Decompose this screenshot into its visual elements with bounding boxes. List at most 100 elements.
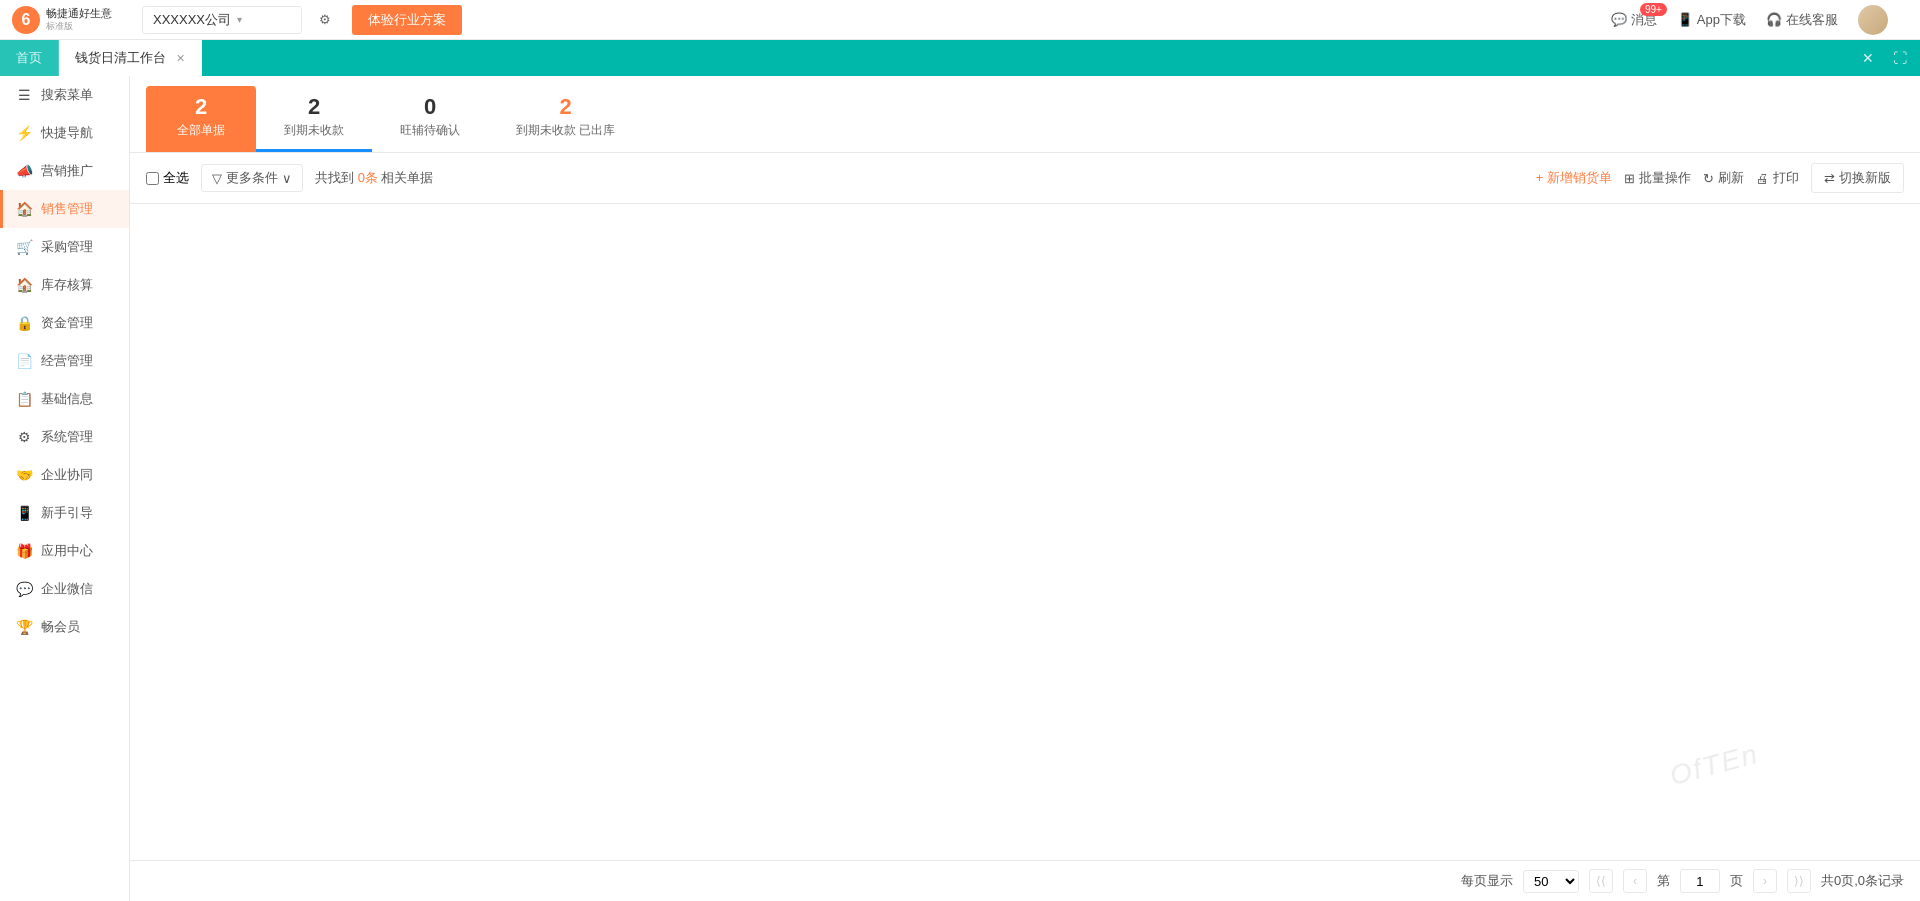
stats-tabs: 2 全部单据 2 到期未收款 0 旺辅待确认 2 到期未收款 已出库 [130,76,1920,153]
inventory-icon: 🏠 [15,276,33,294]
system-icon: ⚙ [15,428,33,446]
sidebar-label-enterprise: 企业协同 [41,466,93,484]
sidebar-item-quick-nav[interactable]: ⚡ 快捷导航 [0,114,129,152]
print-label: 打印 [1773,169,1799,187]
stat-tab-outbound[interactable]: 2 到期未收款 已出库 [488,86,643,152]
app-center-icon: 🎁 [15,542,33,560]
app-download-label: App下载 [1697,11,1746,29]
sidebar-label-quick-nav: 快捷导航 [41,124,93,142]
phone-icon: 📱 [1677,12,1693,27]
per-page-select[interactable]: 50 100 200 [1523,870,1579,893]
trial-button[interactable]: 体验行业方案 [352,5,462,35]
logo-title: 畅捷通好生意 [46,6,112,20]
sidebar-label-member: 畅会员 [41,618,80,636]
tab-close-window-btn[interactable]: ✕ [1856,46,1880,70]
tab-home[interactable]: 首页 [0,40,59,76]
print-btn[interactable]: 🖨 打印 [1756,169,1799,187]
finance-icon: 🔒 [15,314,33,332]
message-button[interactable]: 💬 消息 99+ [1611,11,1657,29]
tab-bar: 首页 钱货日清工作台 ✕ ✕ ⛶ [0,40,1920,76]
headset-icon: 🎧 [1766,12,1782,27]
stat-tab-overdue[interactable]: 2 到期未收款 [256,86,372,152]
found-suffix: 相关单据 [381,170,433,185]
logo-icon: 6 [12,6,40,34]
sidebar-item-sales[interactable]: 🏠 销售管理 [0,190,129,228]
add-sales-btn[interactable]: + 新增销货单 [1536,169,1612,187]
batch-icon: ⊞ [1624,171,1635,186]
found-prefix: 共找到 [315,170,354,185]
sidebar-label-app-center: 应用中心 [41,542,93,560]
logo-text: 畅捷通好生意 标准版 [46,6,112,33]
filter-button[interactable]: ▽ 更多条件 ∨ [201,164,303,192]
sidebar-item-base-info[interactable]: 📋 基础信息 [0,380,129,418]
sidebar-label-finance: 资金管理 [41,314,93,332]
purchase-icon: 🛒 [15,238,33,256]
select-all-checkbox[interactable]: 全选 [146,169,189,187]
pagination-bar: 每页显示 50 100 200 ⟨⟨ ‹ 第 页 › ⟩⟩ 共0页,0条记录 [130,860,1920,901]
avatar-image [1858,5,1888,35]
sidebar-label-marketing: 营销推广 [41,162,93,180]
sidebar-label-search-menu: 搜索菜单 [41,86,93,104]
sidebar-item-member[interactable]: 🏆 畅会员 [0,608,129,646]
stat-tab-pending[interactable]: 0 旺辅待确认 [372,86,488,152]
sidebar-item-enterprise[interactable]: 🤝 企业协同 [0,456,129,494]
found-text: 共找到 0条 相关单据 [315,169,433,187]
marketing-icon: 📣 [15,162,33,180]
sidebar-item-operations[interactable]: 📄 经营管理 [0,342,129,380]
batch-btn[interactable]: ⊞ 批量操作 [1624,169,1691,187]
stat-tab-all[interactable]: 2 全部单据 [146,86,256,152]
sidebar-item-search-menu[interactable]: ☰ 搜索菜单 [0,76,129,114]
filter-label: 更多条件 [226,169,278,187]
sidebar-item-system[interactable]: ⚙ 系统管理 [0,418,129,456]
sidebar-label-sales: 销售管理 [41,200,93,218]
refresh-btn[interactable]: ↻ 刷新 [1703,169,1744,187]
close-icon[interactable]: ✕ [176,52,185,65]
header-right: 💬 消息 99+ 📱 App下载 🎧 在线客服 [1611,5,1908,35]
logo-area: 6 畅捷通好生意 标准版 [12,6,142,34]
sidebar-label-inventory: 库存核算 [41,276,93,294]
filter-icon: ▽ [212,171,222,186]
base-info-icon: 📋 [15,390,33,408]
tab-qinguo[interactable]: 钱货日清工作台 ✕ [59,40,202,76]
found-count: 0条 [358,170,378,185]
avatar[interactable] [1858,5,1888,35]
page-prev-btn[interactable]: ‹ [1623,869,1647,893]
chevron-down-icon: ▾ [237,14,242,25]
sidebar-item-marketing[interactable]: 📣 营销推广 [0,152,129,190]
stat-label-pending: 旺辅待确认 [400,122,460,139]
batch-label: 批量操作 [1639,169,1691,187]
sidebar-item-wechat[interactable]: 💬 企业微信 [0,570,129,608]
guide-icon: 📱 [15,504,33,522]
app-download-button[interactable]: 📱 App下载 [1677,11,1746,29]
member-icon: 🏆 [15,618,33,636]
switch-btn[interactable]: ⇄ 切换新版 [1811,163,1904,193]
sidebar-item-guide[interactable]: 📱 新手引导 [0,494,129,532]
operations-icon: 📄 [15,352,33,370]
tab-home-label: 首页 [16,49,42,67]
company-selector[interactable]: XXXXXX公司 ▾ [142,6,302,34]
tab-bar-actions: ✕ ⛶ [1848,40,1920,76]
sidebar-label-base-info: 基础信息 [41,390,93,408]
sidebar-label-guide: 新手引导 [41,504,93,522]
gear-button[interactable]: ⚙ [310,5,340,35]
sidebar-item-app-center[interactable]: 🎁 应用中心 [0,532,129,570]
refresh-label: 刷新 [1718,169,1744,187]
select-all-input[interactable] [146,172,159,185]
top-header: 6 畅捷通好生意 标准版 XXXXXX公司 ▾ ⚙ 体验行业方案 💬 消息 99… [0,0,1920,40]
sidebar-item-purchase[interactable]: 🛒 采购管理 [0,228,129,266]
logo-badge: 标准版 [46,20,112,33]
stat-label-overdue: 到期未收款 [284,122,344,139]
sidebar-item-finance[interactable]: 🔒 资金管理 [0,304,129,342]
toolbar: 全选 ▽ 更多条件 ∨ 共找到 0条 相关单据 + 新增销货单 ⊞ 批量操作 ↻… [130,153,1920,204]
online-service-button[interactable]: 🎧 在线客服 [1766,11,1838,29]
page-first-btn[interactable]: ⟨⟨ [1589,869,1613,893]
page-last-btn[interactable]: ⟩⟩ [1787,869,1811,893]
company-name: XXXXXX公司 [153,11,231,29]
stat-label-outbound: 到期未收款 已出库 [516,122,615,139]
page-next-btn[interactable]: › [1753,869,1777,893]
tab-maximize-btn[interactable]: ⛶ [1888,46,1912,70]
content-area: 2 全部单据 2 到期未收款 0 旺辅待确认 2 到期未收款 已出库 全选 [130,76,1920,901]
page-input[interactable] [1680,869,1720,893]
sidebar-item-inventory[interactable]: 🏠 库存核算 [0,266,129,304]
main-layout: ☰ 搜索菜单 ⚡ 快捷导航 📣 营销推广 🏠 销售管理 🛒 采购管理 🏠 库存核… [0,76,1920,901]
